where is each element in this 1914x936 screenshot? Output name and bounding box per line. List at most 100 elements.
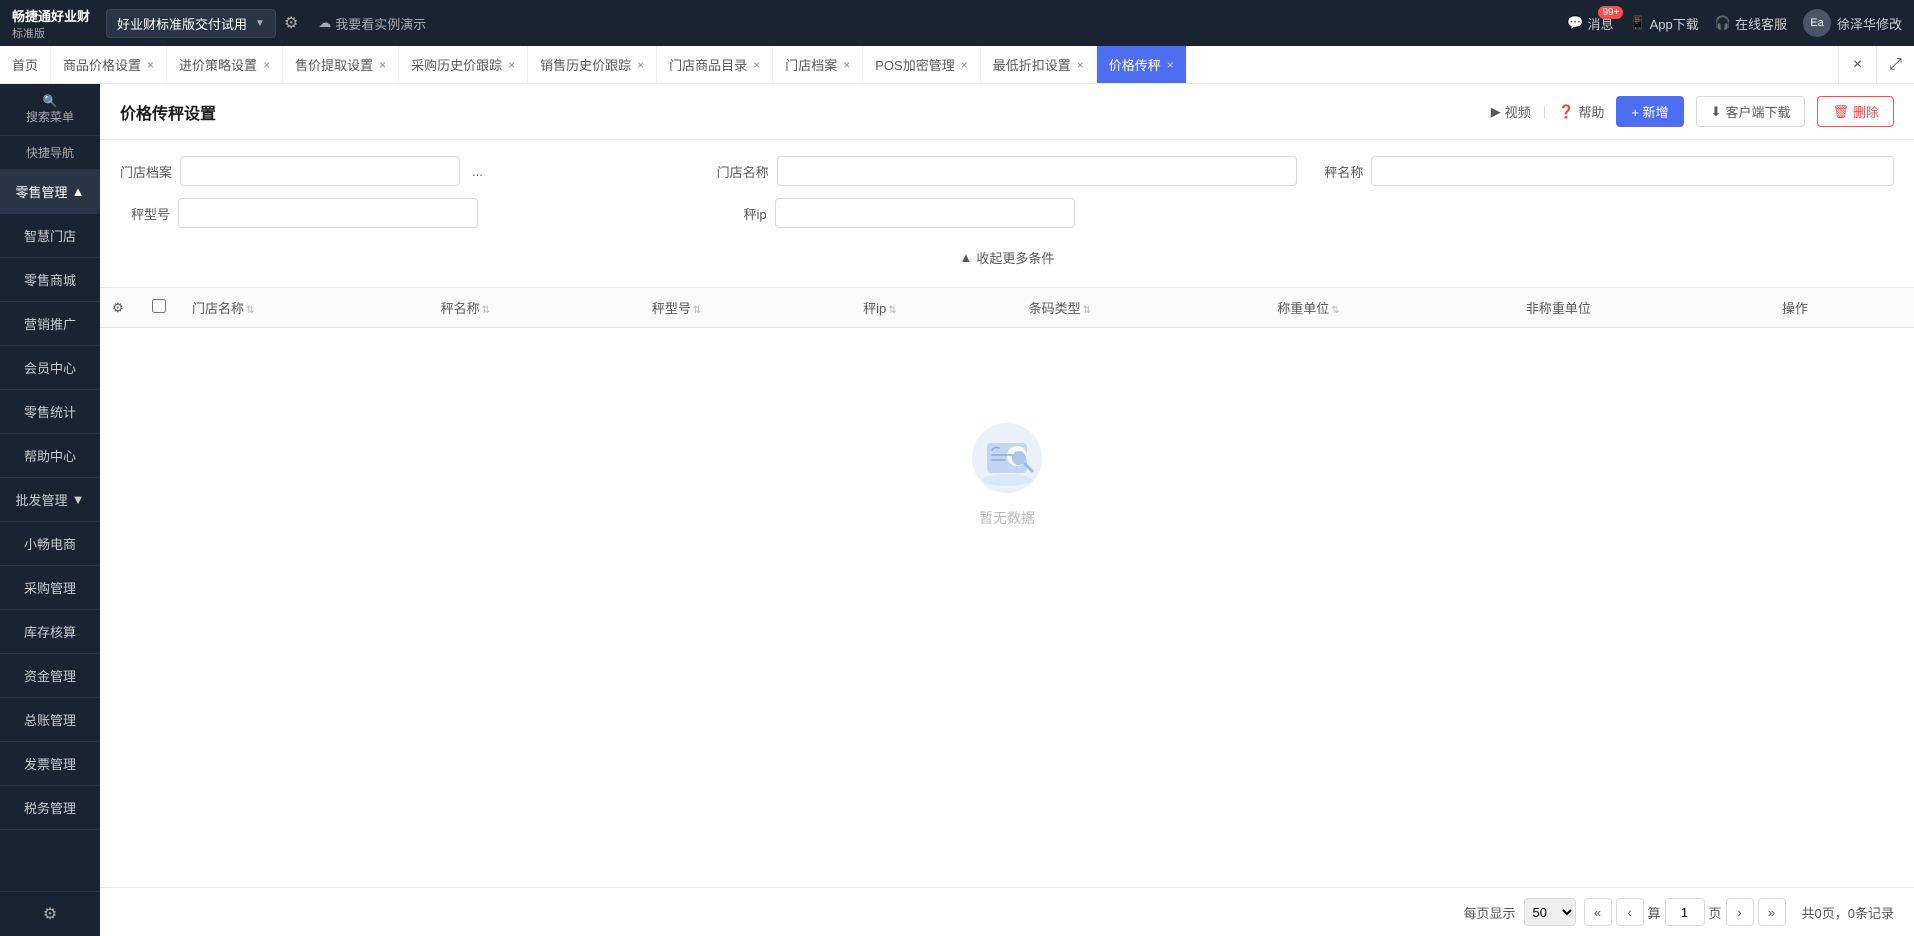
close-icon[interactable]: ×	[961, 58, 968, 72]
demo-link[interactable]: ☁ 我要看实例演示	[318, 14, 426, 33]
sidebar-item-retail-stats[interactable]: 零售统计	[0, 390, 100, 434]
tab-label: 销售历史价跟踪	[540, 55, 631, 74]
message-button[interactable]: 💬 消息 99+	[1567, 14, 1613, 33]
store-file-input[interactable]	[180, 156, 460, 186]
user-area[interactable]: Ea 徐泽华修改	[1803, 9, 1902, 37]
help-link[interactable]: ❓ 帮助	[1558, 102, 1604, 121]
tab-label: 价格传秤	[1109, 55, 1161, 74]
sidebar-item-member[interactable]: 会员中心	[0, 346, 100, 390]
empty-text: 暂无数据	[979, 508, 1035, 528]
sidebar-item-label: 帮助中心	[24, 446, 76, 465]
scale-ip-input[interactable]	[775, 198, 1075, 228]
th-scale-ip[interactable]: 秤ip⇅	[851, 288, 1017, 328]
close-icon[interactable]: ×	[147, 58, 154, 72]
close-icon[interactable]: ×	[753, 58, 760, 72]
tab-end-area: × ⤢	[1838, 46, 1914, 83]
sidebar-settings-button[interactable]: ⚙	[0, 891, 100, 936]
th-scale-name[interactable]: 秤名称⇅	[429, 288, 640, 328]
tab-expand-button[interactable]: ⤢	[1876, 46, 1914, 84]
tab-store-catalog[interactable]: 门店商品目录 ×	[657, 46, 773, 83]
next-page-button[interactable]: ›	[1726, 898, 1754, 926]
message-badge: 99+	[1598, 6, 1623, 19]
sidebar-item-help[interactable]: 帮助中心	[0, 434, 100, 478]
tab-pos-manage[interactable]: POS加密管理 ×	[863, 46, 980, 83]
close-icon[interactable]: ×	[1167, 58, 1174, 72]
tab-store-file[interactable]: 门店档案 ×	[773, 46, 863, 83]
close-icon[interactable]: ×	[637, 58, 644, 72]
last-page-button[interactable]: »	[1758, 898, 1786, 926]
table-head: ⚙ 门店名称⇅ 秤名称⇅ 秤型号⇅	[100, 288, 1914, 328]
filter-scale-ip: 秤ip	[717, 198, 1298, 228]
download-button[interactable]: ⬇ 客户端下载	[1696, 96, 1806, 127]
online-service-button[interactable]: 🎧 在线客服	[1715, 14, 1787, 33]
sidebar-item-purchase[interactable]: 采购管理	[0, 566, 100, 610]
sidebar-item-wholesale[interactable]: 批发管理 ▼	[0, 478, 100, 522]
tab-purchase-history[interactable]: 采购历史价跟踪 ×	[399, 46, 528, 83]
close-icon[interactable]: ×	[379, 58, 386, 72]
add-button[interactable]: + 新增	[1616, 96, 1683, 127]
sidebar-item-xiaochang[interactable]: 小畅电商	[0, 522, 100, 566]
sidebar-item-marketing[interactable]: 营销推广	[0, 302, 100, 346]
sidebar-item-inventory[interactable]: 库存核算	[0, 610, 100, 654]
sidebar-item-ledger[interactable]: 总账管理	[0, 698, 100, 742]
filter-scale-name: 秤名称	[1313, 156, 1894, 186]
page-title: 价格传秤设置	[120, 100, 216, 124]
scale-name-input[interactable]	[1371, 156, 1894, 186]
per-page-select[interactable]: 50 10 20 100	[1524, 898, 1576, 926]
first-page-button[interactable]: «	[1584, 898, 1612, 926]
sidebar: 🔍 搜索菜单 快捷导航 零售管理 ▲ 智慧门店 零售商城 营销推广 会员中心 零…	[0, 84, 100, 936]
page-number-input[interactable]	[1665, 898, 1705, 926]
tab-label: 门店档案	[785, 55, 837, 74]
sidebar-search[interactable]: 🔍 搜索菜单	[0, 84, 100, 136]
sidebar-item-finance[interactable]: 资金管理	[0, 654, 100, 698]
sidebar-item-smart-store[interactable]: 智慧门店	[0, 214, 100, 258]
app-download-button[interactable]: 📱 App下载	[1629, 14, 1698, 33]
sidebar-quick-nav[interactable]: 快捷导航	[0, 136, 100, 170]
sidebar-item-retail-mall[interactable]: 零售商城	[0, 258, 100, 302]
sidebar-item-label: 发票管理	[24, 754, 76, 773]
phone-icon: 📱	[1629, 15, 1645, 31]
download-icon: ⬇	[1711, 104, 1722, 120]
tab-sell-extract[interactable]: 售价提取设置 ×	[283, 46, 399, 83]
th-scale-model[interactable]: 秤型号⇅	[640, 288, 851, 328]
settings-button[interactable]: ⚙	[276, 9, 306, 37]
close-icon[interactable]: ×	[508, 58, 515, 72]
sidebar-item-label: 小畅电商	[24, 534, 76, 553]
page-nav: « ‹ 算 页 › »	[1584, 898, 1786, 926]
total-info: 共0页，0条记录	[1802, 903, 1894, 922]
tab-purchase-strategy[interactable]: 进价策略设置 ×	[167, 46, 283, 83]
tab-label: 最低折扣设置	[993, 55, 1071, 74]
scale-model-input[interactable]	[178, 198, 478, 228]
sidebar-item-invoice[interactable]: 发票管理	[0, 742, 100, 786]
tab-price-settings[interactable]: 商品价格设置 ×	[51, 46, 167, 83]
tab-min-discount[interactable]: 最低折扣设置 ×	[981, 46, 1097, 83]
th-store-name[interactable]: 门店名称⇅	[180, 288, 429, 328]
filter-store-name: 门店名称	[717, 156, 1298, 186]
collapse-button[interactable]: ▲ 收起更多条件	[120, 244, 1894, 271]
th-barcode-type[interactable]: 条码类型⇅	[1017, 288, 1266, 328]
delete-button[interactable]: 🗑 删除	[1817, 96, 1894, 127]
close-icon[interactable]: ×	[263, 58, 270, 72]
tab-sell-history[interactable]: 销售历史价跟踪 ×	[528, 46, 657, 83]
prev-page-button[interactable]: ‹	[1616, 898, 1644, 926]
store-name-input[interactable]	[777, 156, 1298, 186]
select-all-checkbox[interactable]	[152, 299, 166, 313]
tab-label: 门店商品目录	[669, 55, 747, 74]
page-unit: 页	[1709, 903, 1722, 922]
close-icon[interactable]: ×	[843, 58, 850, 72]
tab-price-scale[interactable]: 价格传秤 ×	[1097, 46, 1187, 83]
th-weight-unit[interactable]: 称重单位⇅	[1265, 288, 1514, 328]
version-selector[interactable]: 好业财标准版交付试用 ▼	[106, 9, 276, 38]
store-file-dots[interactable]: ...	[468, 164, 487, 179]
trash-icon: 🗑	[1832, 104, 1849, 120]
tab-close-all-button[interactable]: ×	[1838, 46, 1876, 84]
th-gear[interactable]: ⚙	[100, 288, 140, 328]
chevron-icon: ▼	[72, 492, 85, 507]
video-link[interactable]: ▶ 视频	[1491, 102, 1531, 121]
filter-area: 门店档案 ... 门店名称 秤名称 秤型号	[100, 140, 1914, 288]
tab-home[interactable]: 首页	[0, 46, 51, 83]
sidebar-item-retail[interactable]: 零售管理 ▲	[0, 170, 100, 214]
sidebar-item-tax[interactable]: 税务管理	[0, 786, 100, 830]
close-icon[interactable]: ×	[1077, 58, 1084, 72]
collapse-area: ▲ 收起更多条件	[120, 240, 1894, 271]
